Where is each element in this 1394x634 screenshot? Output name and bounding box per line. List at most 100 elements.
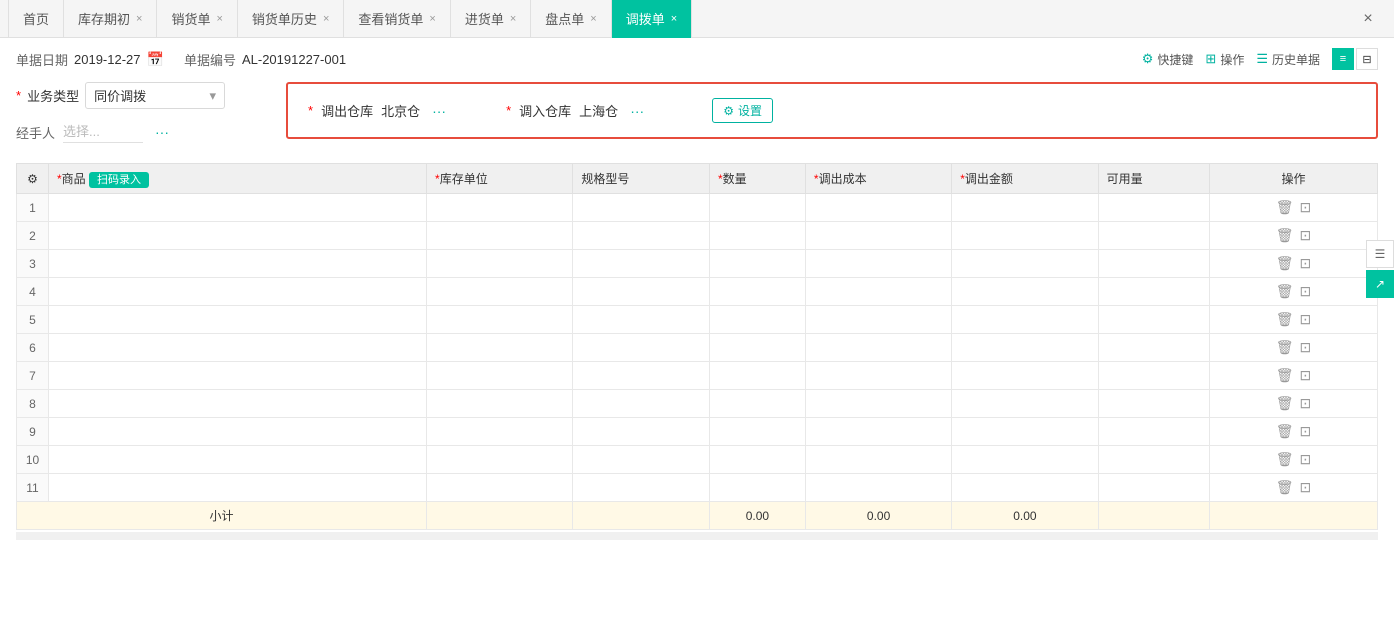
copy-row-8-button[interactable]: ⊡ [1300, 395, 1312, 412]
delete-row-11-button[interactable]: 🗑 [1276, 479, 1294, 496]
cost-cell-4[interactable] [805, 278, 951, 306]
spec-cell-1[interactable] [573, 194, 710, 222]
delete-row-9-button[interactable]: 🗑 [1276, 423, 1294, 440]
product-cell-3[interactable] [49, 250, 427, 278]
amount-cell-9[interactable] [952, 418, 1098, 446]
tab-inventory-init[interactable]: 库存期初 × [64, 0, 157, 38]
tab-transfer[interactable]: 调拨单 × [612, 0, 692, 38]
delete-row-4-button[interactable]: 🗑 [1276, 283, 1294, 300]
delete-row-2-button[interactable]: 🗑 [1276, 227, 1294, 244]
cost-cell-5[interactable] [805, 306, 951, 334]
amount-cell-2[interactable] [952, 222, 1098, 250]
copy-row-9-button[interactable]: ⊡ [1300, 423, 1312, 440]
tab-inventory-init-close[interactable]: × [136, 13, 142, 25]
copy-row-6-button[interactable]: ⊡ [1300, 339, 1312, 356]
cost-cell-1[interactable] [805, 194, 951, 222]
unit-cell-4[interactable] [427, 278, 573, 306]
tab-sales-history[interactable]: 销货单历史 × [238, 0, 344, 38]
product-cell-11[interactable] [49, 474, 427, 502]
amount-cell-6[interactable] [952, 334, 1098, 362]
delete-row-6-button[interactable]: 🗑 [1276, 339, 1294, 356]
amount-cell-3[interactable] [952, 250, 1098, 278]
delete-row-5-button[interactable]: 🗑 [1276, 311, 1294, 328]
qty-cell-8[interactable] [709, 390, 805, 418]
unit-cell-10[interactable] [427, 446, 573, 474]
spec-cell-6[interactable] [573, 334, 710, 362]
transfer-out-more-button[interactable]: ··· [432, 103, 446, 119]
product-cell-7[interactable] [49, 362, 427, 390]
available-cell-10[interactable] [1098, 446, 1209, 474]
copy-row-4-button[interactable]: ⊡ [1300, 283, 1312, 300]
cost-cell-2[interactable] [805, 222, 951, 250]
available-cell-6[interactable] [1098, 334, 1209, 362]
available-cell-11[interactable] [1098, 474, 1209, 502]
qty-cell-9[interactable] [709, 418, 805, 446]
product-cell-2[interactable] [49, 222, 427, 250]
cost-cell-9[interactable] [805, 418, 951, 446]
available-cell-7[interactable] [1098, 362, 1209, 390]
available-cell-9[interactable] [1098, 418, 1209, 446]
qty-cell-10[interactable] [709, 446, 805, 474]
available-cell-5[interactable] [1098, 306, 1209, 334]
amount-cell-8[interactable] [952, 390, 1098, 418]
unit-cell-2[interactable] [427, 222, 573, 250]
transfer-in-more-button[interactable]: ··· [630, 103, 644, 119]
tab-sales-order-close[interactable]: × [216, 13, 222, 25]
amount-cell-5[interactable] [952, 306, 1098, 334]
delete-row-8-button[interactable]: 🗑 [1276, 395, 1294, 412]
spec-cell-5[interactable] [573, 306, 710, 334]
spec-cell-9[interactable] [573, 418, 710, 446]
unit-cell-6[interactable] [427, 334, 573, 362]
qty-cell-4[interactable] [709, 278, 805, 306]
transfer-in-value[interactable]: 上海仓 [579, 101, 618, 120]
qty-cell-7[interactable] [709, 362, 805, 390]
history-docs-button[interactable]: ☰ 历史单据 [1256, 51, 1320, 68]
copy-row-1-button[interactable]: ⊡ [1300, 199, 1312, 216]
spec-cell-8[interactable] [573, 390, 710, 418]
amount-cell-1[interactable] [952, 194, 1098, 222]
person-more-button[interactable]: ··· [155, 124, 169, 140]
unit-cell-1[interactable] [427, 194, 573, 222]
qty-cell-11[interactable] [709, 474, 805, 502]
product-cell-6[interactable] [49, 334, 427, 362]
available-cell-1[interactable] [1098, 194, 1209, 222]
settings-button[interactable]: ⚙ 设置 [712, 98, 773, 123]
unit-cell-8[interactable] [427, 390, 573, 418]
spec-cell-3[interactable] [573, 250, 710, 278]
window-close-button[interactable]: × [1350, 0, 1386, 38]
tab-stock-take-close[interactable]: × [590, 13, 596, 25]
available-cell-2[interactable] [1098, 222, 1209, 250]
product-cell-9[interactable] [49, 418, 427, 446]
person-select[interactable]: 选择... [63, 121, 143, 143]
delete-row-10-button[interactable]: 🗑 [1276, 451, 1294, 468]
available-cell-4[interactable] [1098, 278, 1209, 306]
product-cell-1[interactable] [49, 194, 427, 222]
copy-row-10-button[interactable]: ⊡ [1300, 451, 1312, 468]
amount-cell-10[interactable] [952, 446, 1098, 474]
transfer-out-value[interactable]: 北京仓 [381, 101, 420, 120]
amount-cell-11[interactable] [952, 474, 1098, 502]
product-cell-10[interactable] [49, 446, 427, 474]
available-cell-3[interactable] [1098, 250, 1209, 278]
right-panel-list-button[interactable]: ☰ [1366, 240, 1394, 268]
tab-purchase-order-close[interactable]: × [510, 13, 516, 25]
product-cell-5[interactable] [49, 306, 427, 334]
cost-cell-10[interactable] [805, 446, 951, 474]
unit-cell-3[interactable] [427, 250, 573, 278]
tab-purchase-order[interactable]: 进货单 × [451, 0, 531, 38]
copy-row-7-button[interactable]: ⊡ [1300, 367, 1312, 384]
qty-cell-1[interactable] [709, 194, 805, 222]
copy-row-5-button[interactable]: ⊡ [1300, 311, 1312, 328]
spec-cell-10[interactable] [573, 446, 710, 474]
cost-cell-6[interactable] [805, 334, 951, 362]
delete-row-3-button[interactable]: 🗑 [1276, 255, 1294, 272]
grid-view-button[interactable]: ⊟ [1356, 48, 1378, 70]
tab-stock-take[interactable]: 盘点单 × [531, 0, 611, 38]
tab-sales-order[interactable]: 销货单 × [157, 0, 237, 38]
cost-cell-7[interactable] [805, 362, 951, 390]
cost-cell-3[interactable] [805, 250, 951, 278]
tab-view-sales[interactable]: 查看销货单 × [344, 0, 450, 38]
delete-row-1-button[interactable]: 🗑 [1276, 199, 1294, 216]
horizontal-scrollbar[interactable] [16, 532, 1378, 540]
tab-view-sales-close[interactable]: × [429, 13, 435, 25]
